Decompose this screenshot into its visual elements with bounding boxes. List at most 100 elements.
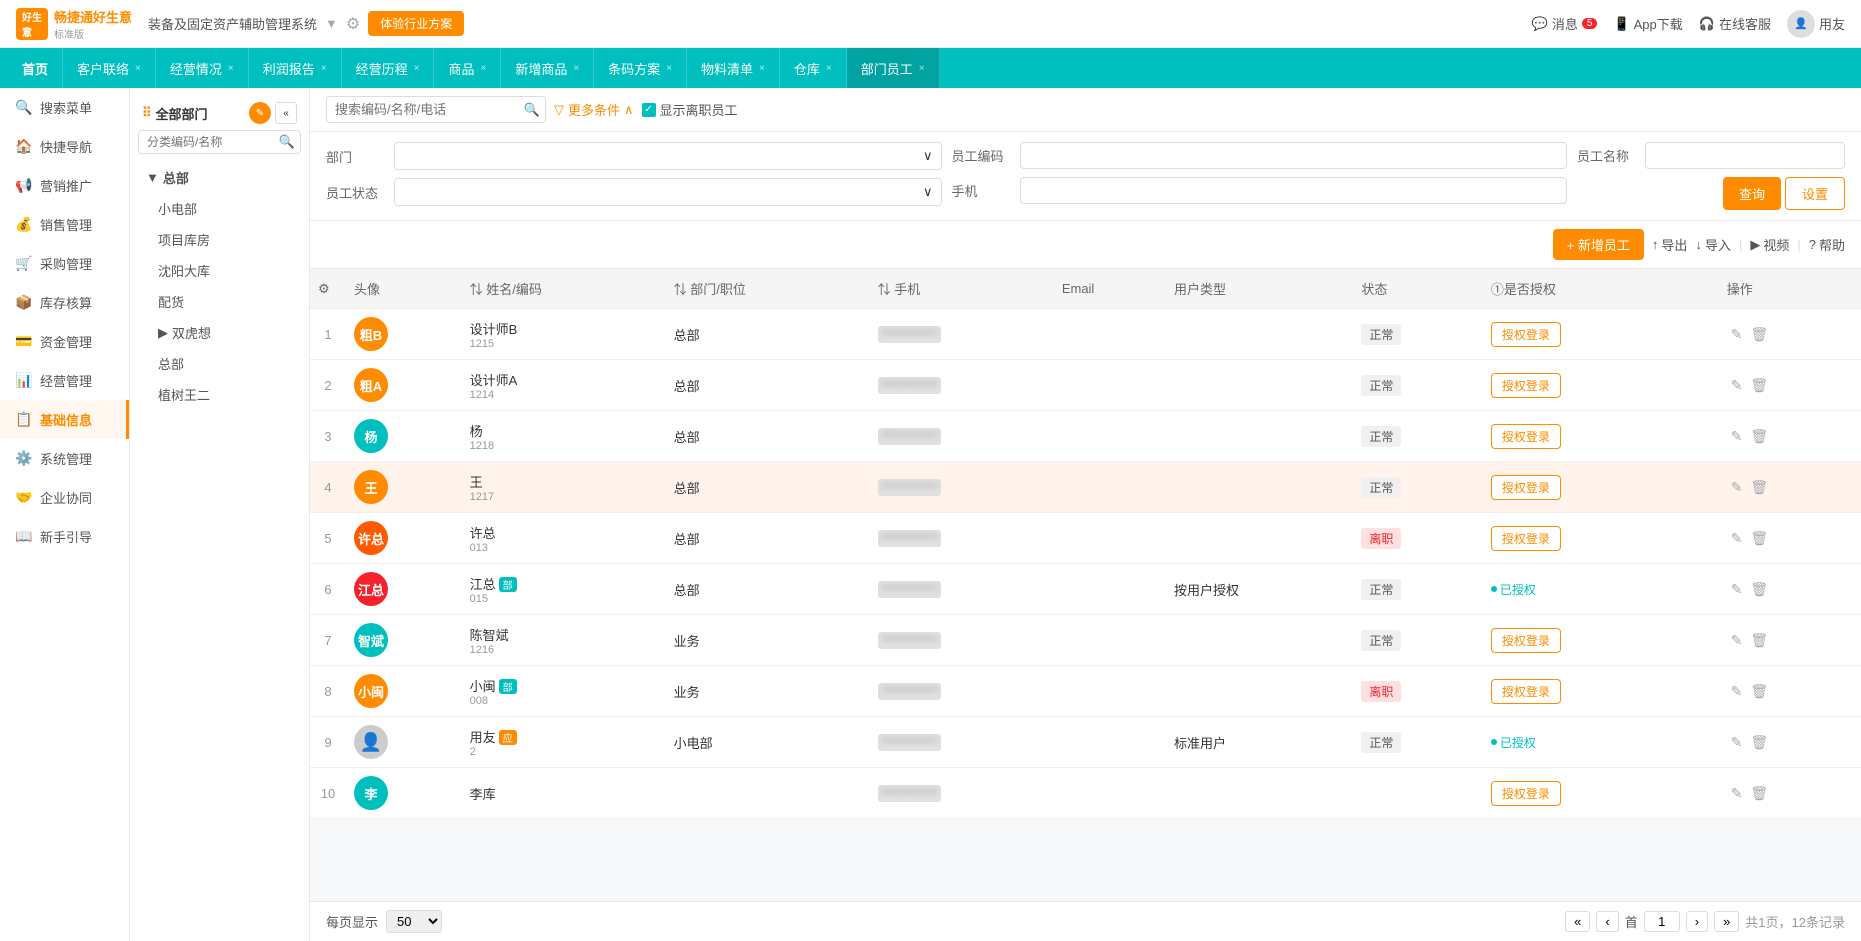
delete-button[interactable]: 🗑 [1746,324,1772,345]
dept-node-zongbu2[interactable]: 总部 [130,348,309,379]
close-icon[interactable]: × [573,63,579,74]
close-icon[interactable]: × [826,63,832,74]
export-button[interactable]: ↑ 导出 [1652,235,1688,254]
auth-login-button[interactable]: 授权登录 [1491,322,1561,347]
auth-login-button[interactable]: 授权登录 [1491,424,1561,449]
message-button[interactable]: 💬 消息 5 [1532,14,1598,33]
close-icon[interactable]: × [759,63,765,74]
delete-button[interactable]: 🗑 [1746,528,1772,549]
dept-collapse-button[interactable]: « [275,102,297,124]
close-icon[interactable]: × [919,63,925,74]
tab-profit[interactable]: 利润报告 × [249,48,342,88]
search-input[interactable] [326,96,546,123]
delete-button[interactable]: 🗑 [1746,681,1772,702]
search-submit-icon[interactable]: 🔍 [524,102,540,118]
col-phone[interactable]: ⇅ 手机 [870,269,1054,309]
col-gear[interactable]: ⚙ [310,269,346,309]
edit-button[interactable]: ✎ [1727,528,1747,549]
auth-login-button[interactable]: 授权登录 [1491,781,1561,806]
dept-node-zhishu[interactable]: 植树王二 [130,379,309,410]
sidebar-item-system[interactable]: ⚙️ 系统管理 [0,439,129,478]
show-resigned-toggle[interactable]: ✓ 显示离职员工 [642,100,738,119]
sidebar-item-nav[interactable]: 🏠 快捷导航 [0,127,129,166]
row-auth[interactable]: 授权登录 [1483,666,1682,717]
import-button[interactable]: ↓ 导入 [1695,235,1731,254]
sidebar-item-search[interactable]: 🔍 搜索菜单 [0,88,129,127]
gear-icon[interactable]: ⚙ [318,281,330,296]
close-icon[interactable]: × [480,63,486,74]
app-download-button[interactable]: 📱 App下载 [1613,14,1682,33]
tab-goods[interactable]: 商品 × [434,48,501,88]
delete-button[interactable]: 🗑 [1746,477,1772,498]
user-avatar[interactable]: 👤 用友 [1787,10,1845,38]
edit-button[interactable]: ✎ [1727,324,1747,345]
col-dept[interactable]: ⇅ 部门/职位 [666,269,870,309]
delete-button[interactable]: 🗑 [1746,783,1772,804]
row-auth[interactable]: 已授权 [1483,564,1682,615]
tab-history[interactable]: 经营历程 × [342,48,435,88]
dept-node-project[interactable]: 项目库房 [130,224,309,255]
first-page-button[interactable]: « [1565,911,1590,932]
row-auth[interactable]: 授权登录 [1483,360,1682,411]
tab-home[interactable]: 首页 [8,48,63,88]
filter-empname-input[interactable] [1645,142,1845,169]
close-icon[interactable]: × [135,63,141,74]
online-support-button[interactable]: 🎧 在线客服 [1699,14,1771,33]
row-auth[interactable]: 已授权 [1483,717,1682,768]
col-name[interactable]: ⇅ 姓名/编码 [462,269,666,309]
auth-login-button[interactable]: 授权登录 [1491,373,1561,398]
close-icon[interactable]: × [321,63,327,74]
edit-button[interactable]: ✎ [1727,783,1747,804]
close-icon[interactable]: × [228,63,234,74]
edit-button[interactable]: ✎ [1727,477,1747,498]
edit-button[interactable]: ✎ [1727,375,1747,396]
sidebar-item-inventory[interactable]: 📦 库存核算 [0,283,129,322]
dept-node-shuanghu[interactable]: ▶ 双虎想 [130,317,309,348]
set-button[interactable]: 设置 [1785,177,1845,210]
edit-button[interactable]: ✎ [1727,426,1747,447]
row-auth[interactable]: 授权登录 [1483,309,1682,360]
tab-bom[interactable]: 物料清单 × [687,48,780,88]
delete-button[interactable]: 🗑 [1746,375,1772,396]
sidebar-item-operations[interactable]: 📊 经营管理 [0,361,129,400]
sidebar-item-marketing[interactable]: 📢 营销推广 [0,166,129,205]
filter-phone-input[interactable] [1020,177,1568,204]
delete-button[interactable]: 🗑 [1746,630,1772,651]
show-resigned-checkbox[interactable]: ✓ [642,103,656,117]
filter-dept-select[interactable]: ∨ [394,142,942,170]
page-number-input[interactable] [1644,911,1680,932]
close-icon[interactable]: × [666,63,672,74]
dropdown-icon[interactable]: ▼ [325,16,338,31]
query-button[interactable]: 查询 [1723,177,1781,210]
video-button[interactable]: ▶ 视频 [1750,235,1789,254]
filter-empcode-input[interactable] [1020,142,1568,169]
more-filter-button[interactable]: ▽ 更多条件 ∧ [554,100,634,119]
row-auth[interactable]: 授权登录 [1483,411,1682,462]
tab-operation[interactable]: 经营情况 × [156,48,249,88]
row-auth[interactable]: 授权登录 [1483,462,1682,513]
sidebar-item-purchase[interactable]: 🛒 采购管理 [0,244,129,283]
sidebar-item-finance[interactable]: 💳 资金管理 [0,322,129,361]
tab-add-goods[interactable]: 新增商品 × [501,48,594,88]
sidebar-item-basic[interactable]: 📋 基础信息 [0,400,129,439]
delete-button[interactable]: 🗑 [1746,426,1772,447]
sidebar-item-guide[interactable]: 📖 新手引导 [0,517,129,556]
dept-node-shenyang[interactable]: 沈阳大库 [130,255,309,286]
delete-button[interactable]: 🗑 [1746,732,1772,753]
dept-node-xiaodian[interactable]: 小电部 [130,193,309,224]
settings-icon[interactable]: ⚙ [346,14,360,34]
filter-status-select[interactable]: ∨ [394,178,942,206]
tab-warehouse[interactable]: 仓库 × [780,48,847,88]
edit-button[interactable]: ✎ [1727,579,1747,600]
page-size-select[interactable]: 50 100 [386,910,442,933]
next-page-button[interactable]: › [1686,911,1708,932]
dept-node-peihuo[interactable]: 配货 [130,286,309,317]
dept-search-input[interactable] [138,130,301,154]
row-auth[interactable]: 授权登录 [1483,768,1682,819]
help-button[interactable]: ? 帮助 [1809,235,1845,254]
last-page-button[interactable]: » [1714,911,1739,932]
sidebar-item-sales[interactable]: 💰 销售管理 [0,205,129,244]
dept-edit-button[interactable]: ✎ [249,102,271,124]
delete-button[interactable]: 🗑 [1746,579,1772,600]
auth-login-button[interactable]: 授权登录 [1491,526,1561,551]
